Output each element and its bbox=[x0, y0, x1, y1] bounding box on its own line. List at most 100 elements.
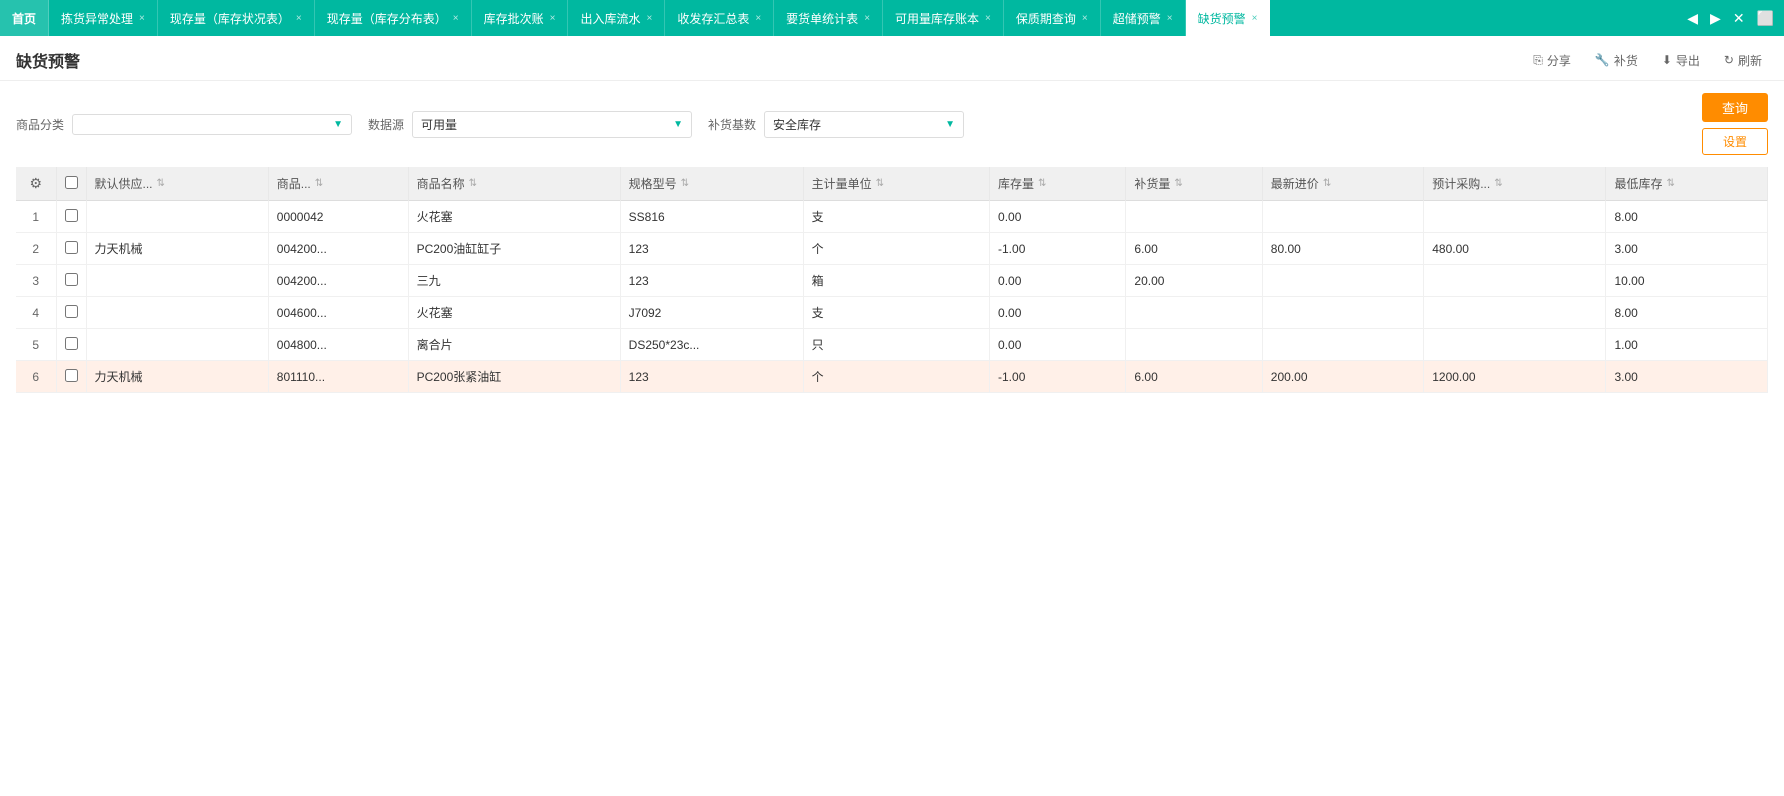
tab-close-kc[interactable]: × bbox=[550, 13, 556, 24]
table-row: 4004600...火花塞J7092支0.008.00 bbox=[16, 297, 1768, 329]
row-stock: 0.00 bbox=[990, 265, 1126, 297]
replenish-base-arrow-icon: ▼ bbox=[945, 119, 955, 130]
row-no: 3 bbox=[16, 265, 56, 297]
row-min-stock: 10.00 bbox=[1606, 265, 1768, 297]
nav-tab-xc2[interactable]: 现存量（库存分布表）× bbox=[315, 0, 472, 36]
row-latest-price: 80.00 bbox=[1262, 233, 1423, 265]
row-est-purchase: 1200.00 bbox=[1424, 361, 1606, 393]
replenish-base-label: 补货基数 bbox=[708, 116, 756, 133]
row-select-checkbox[interactable] bbox=[65, 337, 78, 350]
row-supplier bbox=[86, 297, 268, 329]
th-replenish: 补货量⇅ bbox=[1126, 167, 1262, 201]
nav-tab-bz[interactable]: 保质期查询× bbox=[1004, 0, 1101, 36]
row-select-checkbox[interactable] bbox=[65, 209, 78, 222]
row-supplier bbox=[86, 201, 268, 233]
row-checkbox[interactable] bbox=[56, 361, 86, 393]
row-select-checkbox[interactable] bbox=[65, 369, 78, 382]
row-name: 离合片 bbox=[408, 329, 620, 361]
tab-close-cr[interactable]: × bbox=[646, 13, 652, 24]
datasource-select[interactable]: 可用量 ▼ bbox=[412, 111, 692, 138]
tab-close-xc1[interactable]: × bbox=[296, 13, 302, 24]
refresh-button[interactable]: ↻ 刷新 bbox=[1718, 50, 1768, 71]
nav-tab-qh[interactable]: 缺货预警× bbox=[1186, 0, 1271, 36]
row-replenish: 6.00 bbox=[1126, 233, 1262, 265]
tab-close-xc2[interactable]: × bbox=[453, 13, 459, 24]
nav-tab-xc1[interactable]: 现存量（库存状况表）× bbox=[158, 0, 315, 36]
row-code: 0000042 bbox=[268, 201, 408, 233]
replenish-button[interactable]: 🔧 补货 bbox=[1589, 50, 1644, 71]
row-spec: 123 bbox=[620, 265, 803, 297]
table-row: 3004200...三九123箱0.0020.0010.00 bbox=[16, 265, 1768, 297]
tab-close-ky[interactable]: × bbox=[985, 13, 991, 24]
nav-tab-cr[interactable]: 出入库流水× bbox=[568, 0, 665, 36]
row-min-stock: 8.00 bbox=[1606, 201, 1768, 233]
row-min-stock: 3.00 bbox=[1606, 233, 1768, 265]
tab-close-qh[interactable]: × bbox=[1252, 13, 1258, 24]
query-button[interactable]: 查询 bbox=[1702, 93, 1768, 122]
column-settings-button[interactable]: ⚙ bbox=[29, 175, 42, 192]
row-no: 5 bbox=[16, 329, 56, 361]
data-table: ⚙ 默认供应...⇅ 商品...⇅ 商品名称⇅ 规格型号⇅ 主计量单位⇅ 库存量… bbox=[16, 167, 1768, 393]
tab-close-cc[interactable]: × bbox=[1167, 13, 1173, 24]
row-select-checkbox[interactable] bbox=[65, 241, 78, 254]
category-select[interactable]: ▼ bbox=[72, 114, 352, 135]
replenish-base-select[interactable]: 安全库存 ▼ bbox=[764, 111, 964, 138]
row-checkbox[interactable] bbox=[56, 201, 86, 233]
tab-close-bz[interactable]: × bbox=[1082, 13, 1088, 24]
th-spec: 规格型号⇅ bbox=[620, 167, 803, 201]
nav-tab-home[interactable]: 首页 bbox=[0, 0, 49, 36]
row-est-purchase bbox=[1424, 329, 1606, 361]
row-est-purchase bbox=[1424, 265, 1606, 297]
nav-tab-kc[interactable]: 库存批次账× bbox=[472, 0, 569, 36]
export-icon: ⬇ bbox=[1662, 53, 1672, 67]
row-stock: 0.00 bbox=[990, 329, 1126, 361]
share-button[interactable]: ⎘ 分享 bbox=[1527, 50, 1577, 71]
row-code: 004800... bbox=[268, 329, 408, 361]
select-all-checkbox[interactable] bbox=[65, 176, 78, 189]
nav-tab-ky[interactable]: 可用量库存账本× bbox=[883, 0, 1004, 36]
row-checkbox[interactable] bbox=[56, 297, 86, 329]
th-unit: 主计量单位⇅ bbox=[803, 167, 989, 201]
row-code: 004600... bbox=[268, 297, 408, 329]
row-unit: 箱 bbox=[803, 265, 989, 297]
row-select-checkbox[interactable] bbox=[65, 273, 78, 286]
export-button[interactable]: ⬇ 导出 bbox=[1656, 50, 1706, 71]
row-code: 004200... bbox=[268, 265, 408, 297]
filter-area: 商品分类 ▼ 数据源 可用量 ▼ 补货基数 安全库存 ▼ 查询 设置 bbox=[0, 81, 1784, 167]
row-checkbox[interactable] bbox=[56, 233, 86, 265]
nav-maximize-button[interactable]: ⬜ bbox=[1751, 8, 1780, 29]
row-unit: 只 bbox=[803, 329, 989, 361]
th-est-purchase: 预计采购...⇅ bbox=[1424, 167, 1606, 201]
row-replenish bbox=[1126, 297, 1262, 329]
datasource-filter: 数据源 可用量 ▼ bbox=[368, 111, 692, 138]
share-icon: ⎘ bbox=[1533, 53, 1543, 68]
nav-tab-sf[interactable]: 收发存汇总表× bbox=[665, 0, 774, 36]
row-min-stock: 1.00 bbox=[1606, 329, 1768, 361]
row-checkbox[interactable] bbox=[56, 329, 86, 361]
tab-close-yh[interactable]: × bbox=[864, 13, 870, 24]
nav-tab-yh[interactable]: 要货单统计表× bbox=[774, 0, 883, 36]
row-no: 1 bbox=[16, 201, 56, 233]
nav-tab-jh[interactable]: 拣货异常处理× bbox=[49, 0, 158, 36]
row-supplier bbox=[86, 265, 268, 297]
tab-close-jh[interactable]: × bbox=[139, 13, 145, 24]
row-replenish bbox=[1126, 201, 1262, 233]
datasource-label: 数据源 bbox=[368, 116, 404, 133]
row-min-stock: 8.00 bbox=[1606, 297, 1768, 329]
category-label: 商品分类 bbox=[16, 116, 64, 133]
row-stock: -1.00 bbox=[990, 361, 1126, 393]
nav-close-button[interactable]: ✕ bbox=[1727, 8, 1751, 29]
table-wrapper: ⚙ 默认供应...⇅ 商品...⇅ 商品名称⇅ 规格型号⇅ 主计量单位⇅ 库存量… bbox=[0, 167, 1784, 409]
tab-close-sf[interactable]: × bbox=[755, 13, 761, 24]
row-latest-price bbox=[1262, 201, 1423, 233]
th-supplier: 默认供应...⇅ bbox=[86, 167, 268, 201]
row-select-checkbox[interactable] bbox=[65, 305, 78, 318]
row-no: 4 bbox=[16, 297, 56, 329]
nav-tab-cc[interactable]: 超储预警× bbox=[1101, 0, 1186, 36]
nav-prev-button[interactable]: ◀ bbox=[1681, 8, 1704, 29]
settings-button[interactable]: 设置 bbox=[1702, 128, 1768, 155]
page-title: 缺货预警 bbox=[16, 48, 80, 72]
nav-next-button[interactable]: ▶ bbox=[1704, 8, 1727, 29]
row-no: 6 bbox=[16, 361, 56, 393]
row-checkbox[interactable] bbox=[56, 265, 86, 297]
